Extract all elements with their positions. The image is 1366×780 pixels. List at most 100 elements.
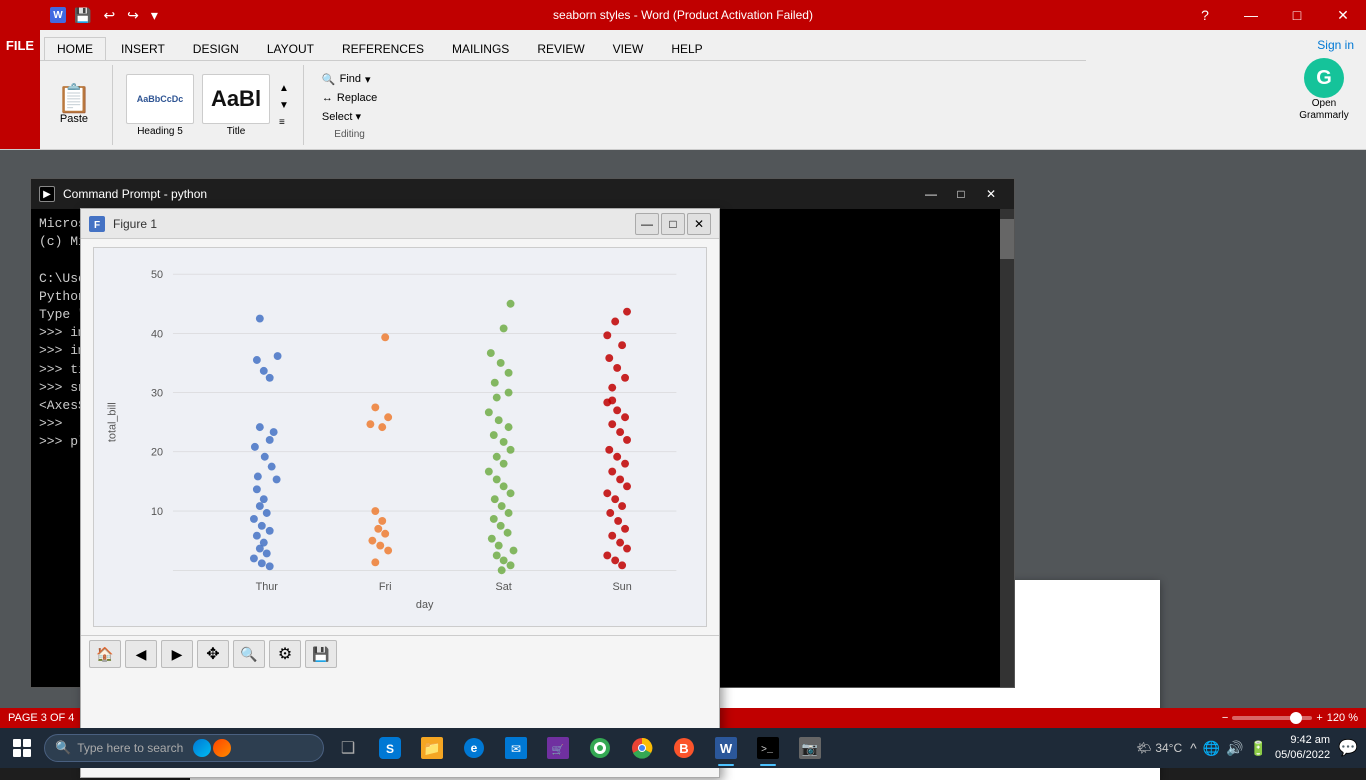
forward-tool-btn[interactable]: ▶	[161, 640, 193, 668]
battery-icon[interactable]: 🔋	[1250, 740, 1267, 757]
tray-arrow[interactable]: ^	[1190, 740, 1197, 756]
clock[interactable]: 9:42 am 05/06/2022	[1275, 733, 1330, 764]
styles-down-btn[interactable]: ▼	[277, 98, 291, 113]
zoom-plus[interactable]: +	[1316, 712, 1322, 724]
config-tool-btn[interactable]: ⚙	[269, 640, 301, 668]
tab-home[interactable]: HOME	[44, 37, 106, 60]
tab-mailings[interactable]: MAILINGS	[439, 37, 522, 60]
taskbar-outlook[interactable]: ✉	[496, 728, 536, 768]
cmd-maximize-btn[interactable]: □	[946, 182, 976, 206]
cmd-scrollbar[interactable]	[1000, 209, 1014, 687]
tab-view[interactable]: VIEW	[600, 37, 657, 60]
ms-store2-icon: 🛒	[547, 737, 569, 759]
zoom-value: 120 %	[1327, 712, 1358, 724]
zoom-slider[interactable]	[1232, 716, 1312, 720]
scatter-chart: 50 40 30 20 10 total_bill Thur Fri Sat S…	[94, 248, 706, 626]
replace-label: Replace	[337, 92, 377, 104]
home-tool-btn[interactable]: 🏠	[89, 640, 121, 668]
search-placeholder: Type here to search	[77, 741, 183, 755]
taskbar-edge[interactable]: e	[454, 728, 494, 768]
find-label: Find	[340, 73, 361, 85]
volume-icon[interactable]: 🔊	[1226, 740, 1243, 757]
main-area: ▶ Command Prompt - python — □ ✕ Microsof…	[0, 150, 1366, 728]
ribbon: FILE HOME INSERT DESIGN LAYOUT REFERENCE…	[0, 30, 1366, 150]
tab-layout[interactable]: LAYOUT	[254, 37, 327, 60]
figure-titlebar: F Figure 1 — □ ✕	[81, 209, 719, 239]
zoom-tool-btn[interactable]: 🔍	[233, 640, 265, 668]
taskbar-store[interactable]: S	[370, 728, 410, 768]
redo-qat-btn[interactable]: ↪	[123, 5, 143, 26]
title-preview: AaBl	[202, 74, 270, 124]
svg-text:Sat: Sat	[496, 581, 512, 593]
search-bar[interactable]: 🔍 Type here to search	[44, 734, 324, 762]
network-icon[interactable]: 🌐	[1203, 740, 1220, 757]
find-icon: 🔍	[322, 73, 336, 86]
weather-area[interactable]: 🌤 34°C	[1136, 741, 1182, 755]
save-tool-btn[interactable]: 💾	[305, 640, 337, 668]
temperature: 34°C	[1155, 741, 1182, 755]
cmd-title: Command Prompt - python	[63, 187, 908, 201]
grammarly-label: OpenGrammarly	[1299, 98, 1348, 122]
heading5-label: Heading 5	[137, 126, 183, 137]
styles-more-btn[interactable]: ≡	[277, 115, 291, 130]
figure-toolbar: 🏠 ◀ ▶ ✥ 🔍 ⚙ 💾	[81, 635, 719, 672]
taskbar-ms-store2[interactable]: 🛒	[538, 728, 578, 768]
figure-maximize-btn[interactable]: □	[661, 213, 685, 235]
terminal-icon: >_	[757, 737, 779, 759]
minimize-btn[interactable]: —	[1228, 0, 1274, 30]
figure-icon: F	[89, 216, 105, 232]
taskbar-terminal[interactable]: >_	[748, 728, 788, 768]
heading5-style[interactable]: AaBbCcDc Heading 5	[125, 74, 195, 137]
zoom-minus[interactable]: −	[1222, 712, 1228, 724]
taskbar-task-view[interactable]: ❑	[328, 728, 368, 768]
cmd-minimize-btn[interactable]: —	[916, 182, 946, 206]
taskbar-chrome-green[interactable]	[580, 728, 620, 768]
taskbar-brave[interactable]: B	[664, 728, 704, 768]
close-btn[interactable]: ✕	[1320, 0, 1366, 30]
notification-icon[interactable]: 💬	[1338, 738, 1358, 758]
heading5-preview: AaBbCcDc	[126, 74, 194, 124]
tab-review[interactable]: REVIEW	[524, 37, 597, 60]
taskbar-camera[interactable]: 📷	[790, 728, 830, 768]
tab-references[interactable]: REFERENCES	[329, 37, 437, 60]
figure-close-btn[interactable]: ✕	[687, 213, 711, 235]
title-style[interactable]: AaBl Title	[201, 74, 271, 137]
styles-up-btn[interactable]: ▲	[277, 81, 291, 96]
status-right: − + 120 %	[1222, 712, 1358, 724]
edge-icon: e	[463, 737, 485, 759]
paste-button[interactable]: 📋 Paste	[48, 75, 100, 135]
taskbar-word[interactable]: W	[706, 728, 746, 768]
start-button[interactable]	[0, 728, 44, 768]
replace-button[interactable]: ↔ Replace	[316, 90, 383, 106]
customize-qat-btn[interactable]: ▾	[147, 5, 162, 26]
help-btn[interactable]: ?	[1182, 0, 1228, 30]
cmd-close-btn[interactable]: ✕	[976, 182, 1006, 206]
paste-icon: 📋	[57, 85, 92, 113]
taskbar-apps: ❑ S 📁 e	[328, 728, 830, 768]
back-tool-btn[interactable]: ◀	[125, 640, 157, 668]
tab-insert[interactable]: INSERT	[108, 37, 178, 60]
pan-tool-btn[interactable]: ✥	[197, 640, 229, 668]
svg-text:40: 40	[151, 328, 163, 340]
tab-help[interactable]: HELP	[658, 37, 715, 60]
sign-in-link[interactable]: Sign in	[1317, 38, 1354, 52]
figure-minimize-btn[interactable]: —	[635, 213, 659, 235]
taskbar-explorer[interactable]: 📁	[412, 728, 452, 768]
find-button[interactable]: 🔍 Find ▾	[316, 71, 383, 88]
undo-qat-btn[interactable]: ↩	[99, 5, 119, 26]
grammarly-icon: G	[1304, 58, 1344, 98]
taskbar-right: 🌤 34°C ^ 🌐 🔊 🔋 9:42 am 05/06/2022 💬	[1136, 733, 1366, 764]
file-tab[interactable]: FILE	[0, 30, 40, 149]
grammarly-button[interactable]: G OpenGrammarly	[1294, 58, 1354, 122]
zoom-control[interactable]: − + 120 %	[1222, 712, 1358, 724]
figure-window[interactable]: F Figure 1 — □ ✕	[80, 208, 720, 778]
svg-text:B: B	[679, 741, 688, 756]
taskbar-chrome[interactable]	[622, 728, 662, 768]
tab-design[interactable]: DESIGN	[180, 37, 252, 60]
save-qat-btn[interactable]: 💾	[70, 5, 95, 26]
styles-area: AaBbCcDc Heading 5 AaBl Title ▲ ▼ ≡	[125, 74, 291, 137]
svg-text:10: 10	[151, 506, 163, 518]
maximize-btn[interactable]: □	[1274, 0, 1320, 30]
select-button[interactable]: Select ▾	[316, 108, 383, 125]
search-icon: 🔍	[55, 740, 71, 756]
